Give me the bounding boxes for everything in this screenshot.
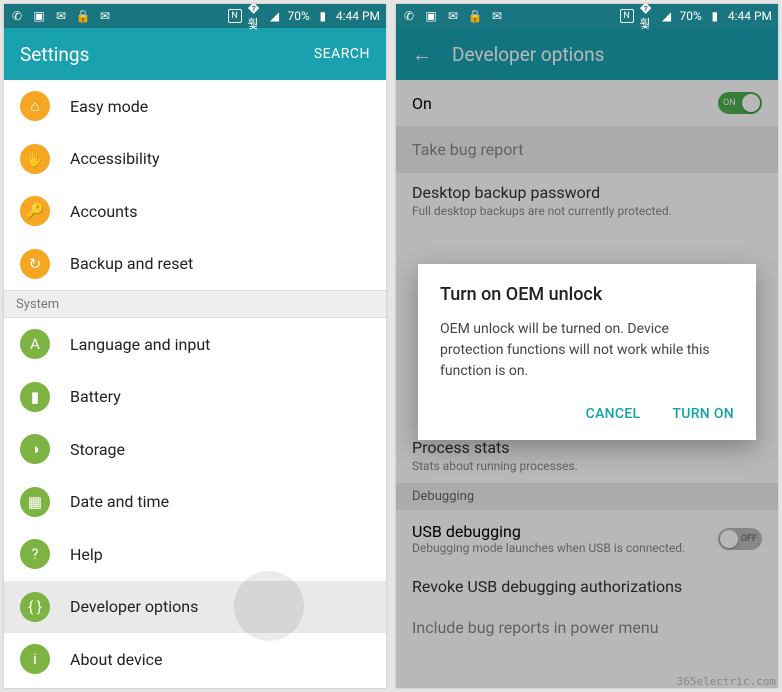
settings-item-label: Developer options [70, 597, 198, 616]
settings-item-storage[interactable]: ◑ Storage [4, 423, 386, 476]
clock: 4:44 PM [336, 9, 380, 23]
settings-item-accounts[interactable]: 🔑 Accounts [4, 185, 386, 238]
storage-icon: ◑ [20, 434, 50, 464]
settings-item-date-time[interactable]: ▦ Date and time [4, 476, 386, 529]
settings-item-language[interactable]: A Language and input [4, 318, 386, 371]
calendar-icon: ▦ [20, 487, 50, 517]
signal-icon: ◢ [660, 9, 674, 23]
message-icon: ✉ [98, 9, 112, 23]
settings-item-label: Help [70, 545, 103, 564]
hand-icon: ✋ [20, 144, 50, 174]
settings-item-label: Language and input [70, 335, 210, 354]
signal-icon: ◢ [268, 9, 282, 23]
settings-item-developer-options[interactable]: { } Developer options [4, 581, 386, 634]
help-icon: ? [20, 539, 50, 569]
battery-icon: ▮ [316, 9, 330, 23]
battery-icon: ▮ [20, 382, 50, 412]
settings-item-accessibility[interactable]: ✋ Accessibility [4, 133, 386, 186]
oem-unlock-dialog: Turn on OEM unlock OEM unlock will be tu… [418, 264, 756, 440]
watermark: 365electric.com [677, 675, 776, 688]
status-bar: ✆ ▣ ✉ 🔒 ✉ N �훷 ◢ 70% ▮ 4:44 PM [4, 4, 386, 28]
mail-icon: ✉ [54, 9, 68, 23]
turn-on-button[interactable]: TURN ON [672, 406, 734, 422]
wifi-call-icon: ✆ [402, 9, 416, 23]
page-title: Settings [20, 43, 89, 66]
wifi-call-icon: ✆ [10, 9, 24, 23]
dev-icon: { } [20, 592, 50, 622]
wifi-icon: �훷 [640, 9, 654, 23]
lock-icon: 🔒 [468, 9, 482, 23]
settings-screen: ✆ ▣ ✉ 🔒 ✉ N �훷 ◢ 70% ▮ 4:44 PM Settings … [4, 4, 386, 688]
clock: 4:44 PM [728, 9, 772, 23]
dialog-title: Turn on OEM unlock [440, 284, 734, 305]
settings-item-label: Battery [70, 387, 121, 406]
developer-options-screen: ✆ ▣ ✉ 🔒 ✉ N �훷 ◢ 70% ▮ 4:44 PM ← Develop… [396, 4, 778, 688]
picture-icon: ▣ [32, 9, 46, 23]
settings-item-help[interactable]: ? Help [4, 528, 386, 581]
settings-item-label: Storage [70, 440, 125, 459]
search-button[interactable]: SEARCH [314, 46, 370, 62]
picture-icon: ▣ [424, 9, 438, 23]
lang-icon: A [20, 329, 50, 359]
settings-item-label: Backup and reset [70, 254, 193, 273]
lock-icon: 🔒 [76, 9, 90, 23]
key-icon: 🔑 [20, 196, 50, 226]
settings-item-easy-mode[interactable]: ⌂ Easy mode [4, 80, 386, 133]
nfc-icon: N [228, 9, 242, 23]
settings-item-label: Easy mode [70, 97, 148, 116]
message-icon: ✉ [490, 9, 504, 23]
settings-item-label: About device [70, 650, 162, 669]
touch-ripple [234, 571, 304, 641]
battery-pct: 70% [680, 9, 702, 23]
dialog-message: OEM unlock will be turned on. Device pro… [440, 319, 734, 382]
mail-icon: ✉ [446, 9, 460, 23]
settings-item-label: Date and time [70, 492, 169, 511]
settings-item-label: Accessibility [70, 149, 160, 168]
settings-item-backup[interactable]: ↻ Backup and reset [4, 238, 386, 291]
home-icon: ⌂ [20, 91, 50, 121]
cancel-button[interactable]: CANCEL [586, 406, 641, 422]
settings-item-battery[interactable]: ▮ Battery [4, 371, 386, 424]
settings-item-about[interactable]: i About device [4, 633, 386, 686]
status-bar: ✆ ▣ ✉ 🔒 ✉ N �훷 ◢ 70% ▮ 4:44 PM [396, 4, 778, 28]
section-header-system: System [4, 290, 386, 318]
wifi-icon: �훷 [248, 9, 262, 23]
app-bar: Settings SEARCH [4, 28, 386, 80]
battery-icon: ▮ [708, 9, 722, 23]
refresh-icon: ↻ [20, 249, 50, 279]
info-icon: i [20, 644, 50, 674]
settings-item-label: Accounts [70, 202, 137, 221]
nfc-icon: N [620, 9, 634, 23]
battery-pct: 70% [288, 9, 310, 23]
